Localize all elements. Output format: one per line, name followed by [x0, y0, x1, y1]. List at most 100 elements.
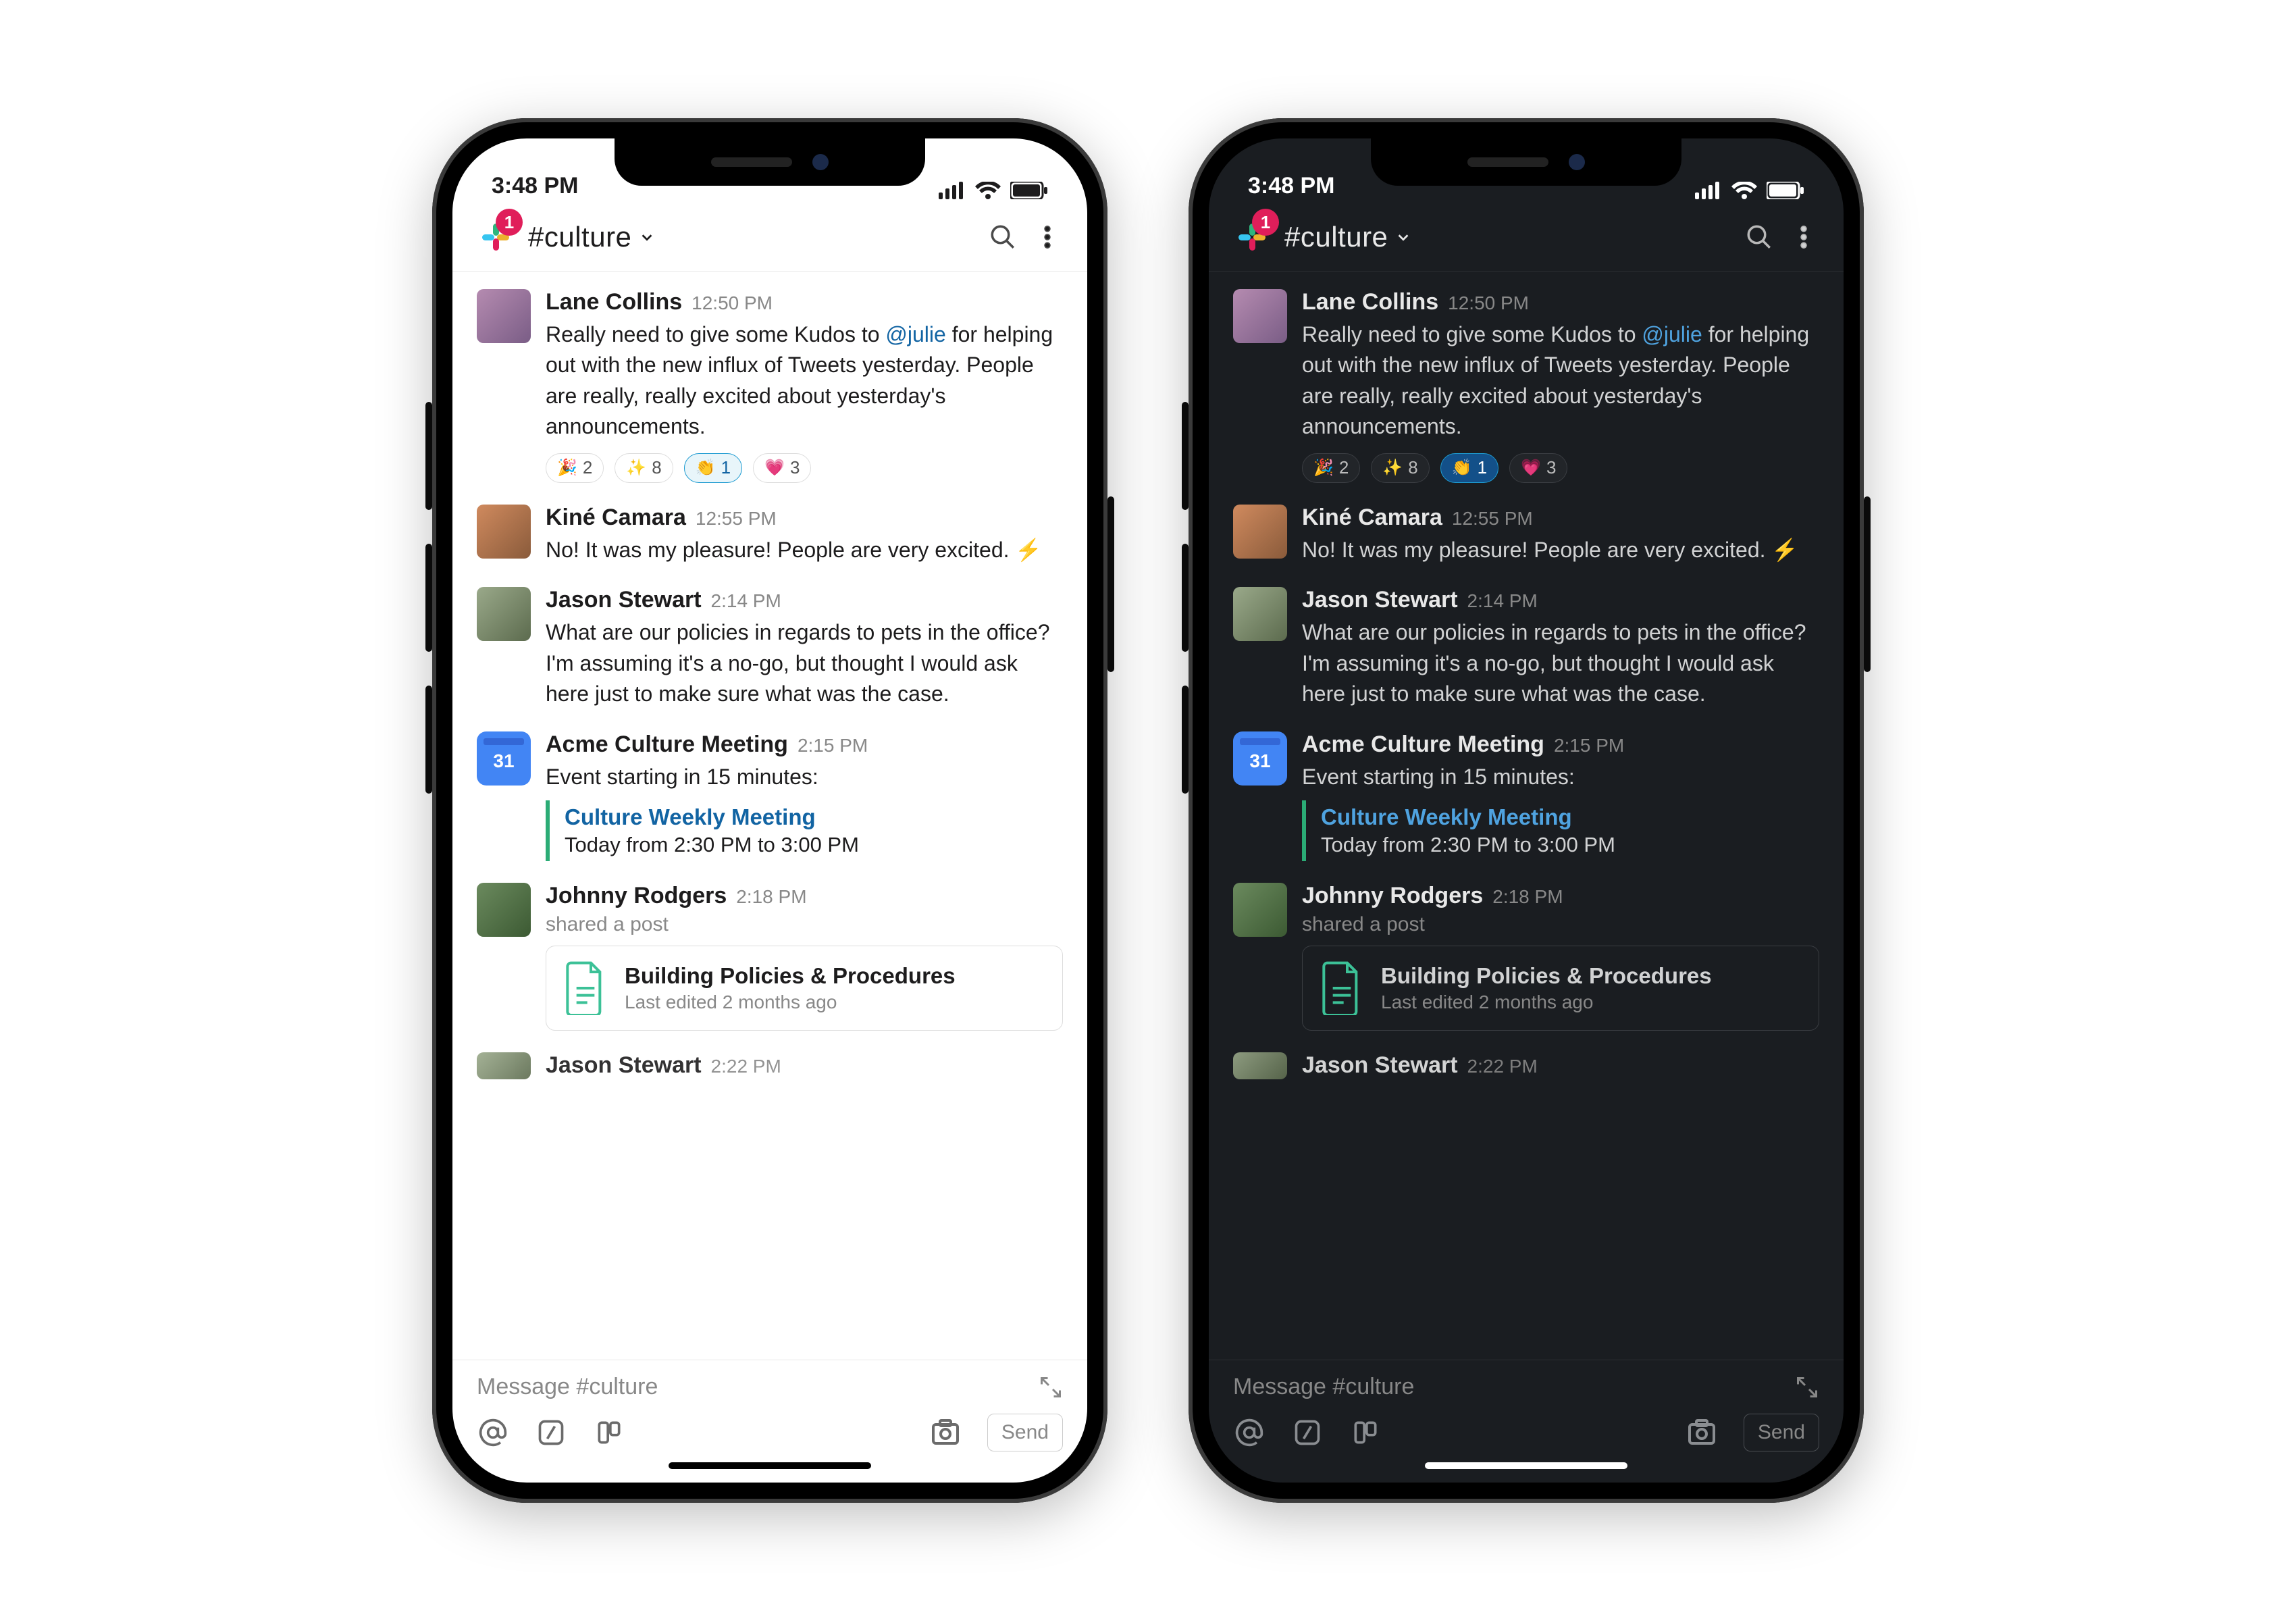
avatar[interactable]	[1233, 883, 1287, 937]
avatar[interactable]	[1233, 1052, 1287, 1079]
post-attachment[interactable]: Building Policies & Procedures Last edit…	[546, 946, 1063, 1031]
reaction[interactable]: 🎉2	[1302, 453, 1360, 483]
message-author: Lane Collins	[1302, 289, 1438, 315]
avatar[interactable]	[477, 883, 531, 937]
message-subtext: shared a post	[1302, 913, 1819, 936]
search-button[interactable]	[1744, 222, 1775, 253]
message-author: Johnny Rodgers	[1302, 883, 1483, 909]
avatar[interactable]	[1233, 289, 1287, 343]
avatar[interactable]	[477, 289, 531, 343]
reaction[interactable]: 👏1	[684, 453, 742, 483]
slash-command-button[interactable]	[1291, 1416, 1324, 1449]
photo-button[interactable]	[929, 1416, 962, 1449]
message-text: Event starting in 15 minutes:	[546, 762, 1063, 792]
overflow-button[interactable]	[1032, 222, 1063, 253]
expand-icon[interactable]	[1795, 1375, 1819, 1399]
message-text: What are our policies in regards to pets…	[1302, 617, 1819, 709]
attach-button[interactable]	[593, 1416, 625, 1449]
message-subtext: shared a post	[546, 913, 1063, 936]
message[interactable]: Jason Stewart 2:14 PM What are our polic…	[452, 575, 1087, 719]
reaction[interactable]: 💗3	[753, 453, 811, 483]
home-indicator[interactable]	[669, 1462, 871, 1469]
message[interactable]: Lane Collins 12:50 PM Really need to giv…	[452, 277, 1087, 492]
message[interactable]: Kiné Camara 12:55 PM No! It was my pleas…	[452, 492, 1087, 575]
post-title: Building Policies & Procedures	[1381, 963, 1712, 989]
reaction[interactable]: ✨8	[1371, 453, 1429, 483]
search-button[interactable]	[987, 222, 1018, 253]
reaction[interactable]: 👏1	[1440, 453, 1498, 483]
workspace-switcher[interactable]: 1	[477, 218, 515, 256]
reaction[interactable]: ✨8	[615, 453, 673, 483]
workspace-switcher[interactable]: 1	[1233, 218, 1271, 256]
chevron-down-icon	[1396, 230, 1411, 245]
composer-input[interactable]: Message #culture	[1233, 1374, 1414, 1400]
avatar[interactable]	[477, 1052, 531, 1079]
overflow-button[interactable]	[1788, 222, 1819, 253]
message[interactable]: Kiné Camara 12:55 PM No! It was my pleas…	[1209, 492, 1844, 575]
message[interactable]: Lane Collins 12:50 PM Really need to giv…	[1209, 277, 1844, 492]
channel-name: #culture	[1284, 221, 1388, 253]
message-time: 2:14 PM	[711, 590, 781, 612]
attachment-icon	[1351, 1418, 1380, 1447]
event-attachment[interactable]: Culture Weekly Meeting Today from 2:30 P…	[546, 800, 1063, 861]
slash-command-button[interactable]	[535, 1416, 567, 1449]
channel-name-button[interactable]: #culture	[528, 221, 654, 253]
message-author: Lane Collins	[546, 289, 682, 315]
avatar[interactable]	[477, 505, 531, 559]
message-text: Really need to give some Kudos to @julie…	[546, 319, 1063, 442]
message-text: No! It was my pleasure! People are very …	[546, 535, 1063, 565]
more-vertical-icon	[1790, 223, 1818, 251]
avatar[interactable]	[1233, 587, 1287, 641]
event-attachment[interactable]: Culture Weekly Meeting Today from 2:30 P…	[1302, 800, 1819, 861]
reaction[interactable]: 🎉2	[546, 453, 604, 483]
post-title: Building Policies & Procedures	[625, 963, 956, 989]
message[interactable]: Jason Stewart 2:22 PM	[452, 1040, 1087, 1083]
channel-name: #culture	[528, 221, 631, 253]
message[interactable]: Jason Stewart 2:14 PM What are our polic…	[1209, 575, 1844, 719]
message-time: 12:55 PM	[1452, 508, 1533, 530]
channel-name-button[interactable]: #culture	[1284, 221, 1411, 253]
message[interactable]: Johnny Rodgers 2:18 PM shared a post Bui…	[452, 871, 1087, 1040]
message-author: Jason Stewart	[546, 587, 702, 613]
reaction[interactable]: 💗3	[1509, 453, 1567, 483]
message[interactable]: Johnny Rodgers 2:18 PM shared a post Bui…	[1209, 871, 1844, 1040]
message-author: Jason Stewart	[546, 1052, 702, 1079]
calendar-avatar-icon[interactable]: 31	[1233, 731, 1287, 786]
battery-icon	[1767, 182, 1804, 199]
message-author: Acme Culture Meeting	[546, 731, 788, 758]
slash-icon	[536, 1418, 566, 1447]
composer-input[interactable]: Message #culture	[477, 1374, 658, 1400]
phone-dark: 3:48 PM 1 #culture	[1189, 118, 1864, 1503]
home-indicator[interactable]	[1425, 1462, 1627, 1469]
photo-button[interactable]	[1686, 1416, 1718, 1449]
slash-icon	[1293, 1418, 1322, 1447]
expand-icon[interactable]	[1039, 1375, 1063, 1399]
calendar-avatar-icon[interactable]: 31	[477, 731, 531, 786]
message-time: 2:15 PM	[798, 735, 868, 756]
photo-icon	[929, 1416, 962, 1449]
message-time: 2:18 PM	[1492, 886, 1563, 908]
message-list[interactable]: Lane Collins 12:50 PM Really need to giv…	[452, 272, 1087, 1360]
message-text: Really need to give some Kudos to @julie…	[1302, 319, 1819, 442]
mention[interactable]: @julie	[885, 322, 945, 346]
message-author: Kiné Camara	[1302, 505, 1442, 531]
message-time: 12:50 PM	[1448, 292, 1529, 314]
message-time: 2:22 PM	[1467, 1056, 1538, 1077]
avatar[interactable]	[1233, 505, 1287, 559]
message-list[interactable]: Lane Collins 12:50 PM Really need to giv…	[1209, 272, 1844, 1360]
photo-icon	[1686, 1416, 1718, 1449]
channel-header: 1 #culture	[1209, 206, 1844, 272]
mention-button[interactable]	[1233, 1416, 1266, 1449]
message[interactable]: 31 Acme Culture Meeting 2:15 PM Event st…	[1209, 719, 1844, 871]
mention-button[interactable]	[477, 1416, 509, 1449]
channel-header: 1 #culture	[452, 206, 1087, 272]
avatar[interactable]	[477, 587, 531, 641]
message[interactable]: Jason Stewart 2:22 PM	[1209, 1040, 1844, 1083]
send-button[interactable]: Send	[987, 1414, 1063, 1451]
post-attachment[interactable]: Building Policies & Procedures Last edit…	[1302, 946, 1819, 1031]
send-button[interactable]: Send	[1744, 1414, 1819, 1451]
message-text: No! It was my pleasure! People are very …	[1302, 535, 1819, 565]
mention[interactable]: @julie	[1642, 322, 1702, 346]
attach-button[interactable]	[1349, 1416, 1382, 1449]
message[interactable]: 31 Acme Culture Meeting 2:15 PM Event st…	[452, 719, 1087, 871]
